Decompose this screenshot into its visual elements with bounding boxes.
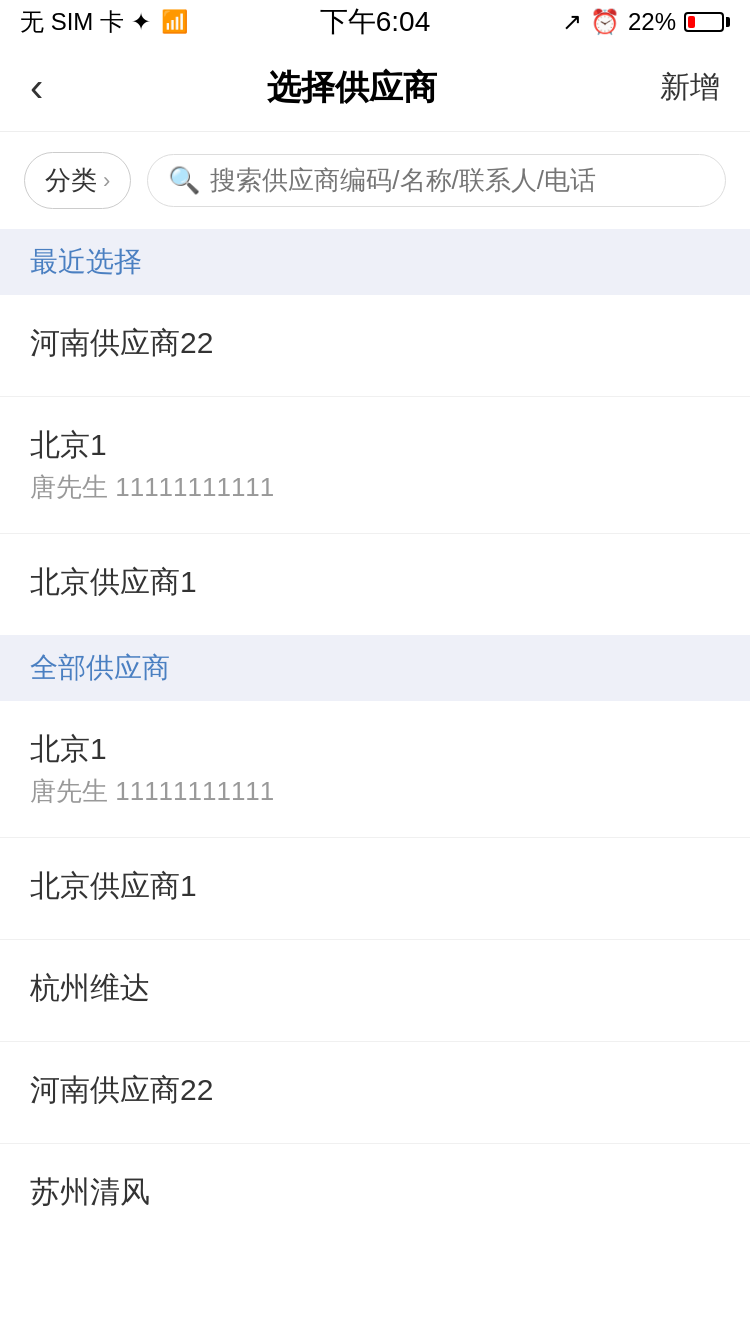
location-icon: ↗ [562, 8, 582, 36]
sim-label: 无 SIM 卡 ✦ [20, 6, 151, 38]
supplier-name: 北京供应商1 [30, 866, 720, 907]
status-left: 无 SIM 卡 ✦ 📶 [20, 6, 188, 38]
list-item[interactable]: 北京1 唐先生 11111111111 [0, 397, 750, 534]
category-label: 分类 [45, 163, 97, 198]
supplier-name: 北京1 [30, 425, 720, 466]
page-title: 选择供应商 [267, 65, 437, 111]
recent-list: 河南供应商22 北京1 唐先生 11111111111 北京供应商1 [0, 295, 750, 635]
add-button[interactable]: 新增 [660, 67, 720, 108]
status-time: 下午6:04 [320, 3, 431, 41]
supplier-name: 河南供应商22 [30, 1070, 720, 1111]
nav-bar: ‹ 选择供应商 新增 [0, 44, 750, 132]
recent-section-header: 最近选择 [0, 229, 750, 295]
battery-percent: 22% [628, 8, 676, 36]
search-icon: 🔍 [168, 165, 200, 196]
search-input[interactable] [210, 165, 705, 196]
all-section-header: 全部供应商 [0, 635, 750, 701]
battery-icon [684, 12, 730, 32]
list-item[interactable]: 苏州清风 [0, 1144, 750, 1245]
supplier-sub: 唐先生 11111111111 [30, 470, 720, 505]
supplier-name: 河南供应商22 [30, 323, 720, 364]
status-right: ↗ ⏰ 22% [562, 8, 730, 36]
supplier-sub: 唐先生 11111111111 [30, 774, 720, 809]
status-bar: 无 SIM 卡 ✦ 📶 下午6:04 ↗ ⏰ 22% [0, 0, 750, 44]
back-button[interactable]: ‹ [30, 65, 43, 110]
filter-bar: 分类 › 🔍 [0, 132, 750, 229]
category-button[interactable]: 分类 › [24, 152, 131, 209]
list-item[interactable]: 杭州维达 [0, 940, 750, 1042]
supplier-name: 杭州维达 [30, 968, 720, 1009]
wifi-icon: 📶 [161, 9, 188, 35]
all-list: 北京1 唐先生 11111111111 北京供应商1 杭州维达河南供应商22 苏州清风 [0, 701, 750, 1245]
list-item[interactable]: 河南供应商22 [0, 295, 750, 397]
supplier-name: 北京供应商1 [30, 562, 720, 603]
list-item[interactable]: 北京1 唐先生 11111111111 [0, 701, 750, 838]
search-box[interactable]: 🔍 [147, 154, 726, 207]
list-item[interactable]: 北京供应商1 [0, 838, 750, 940]
alarm-icon: ⏰ [590, 8, 620, 36]
supplier-name: 苏州清风 [30, 1172, 720, 1213]
chevron-right-icon: › [103, 168, 110, 194]
list-item[interactable]: 河南供应商22 [0, 1042, 750, 1144]
supplier-name: 北京1 [30, 729, 720, 770]
list-item[interactable]: 北京供应商1 [0, 534, 750, 635]
